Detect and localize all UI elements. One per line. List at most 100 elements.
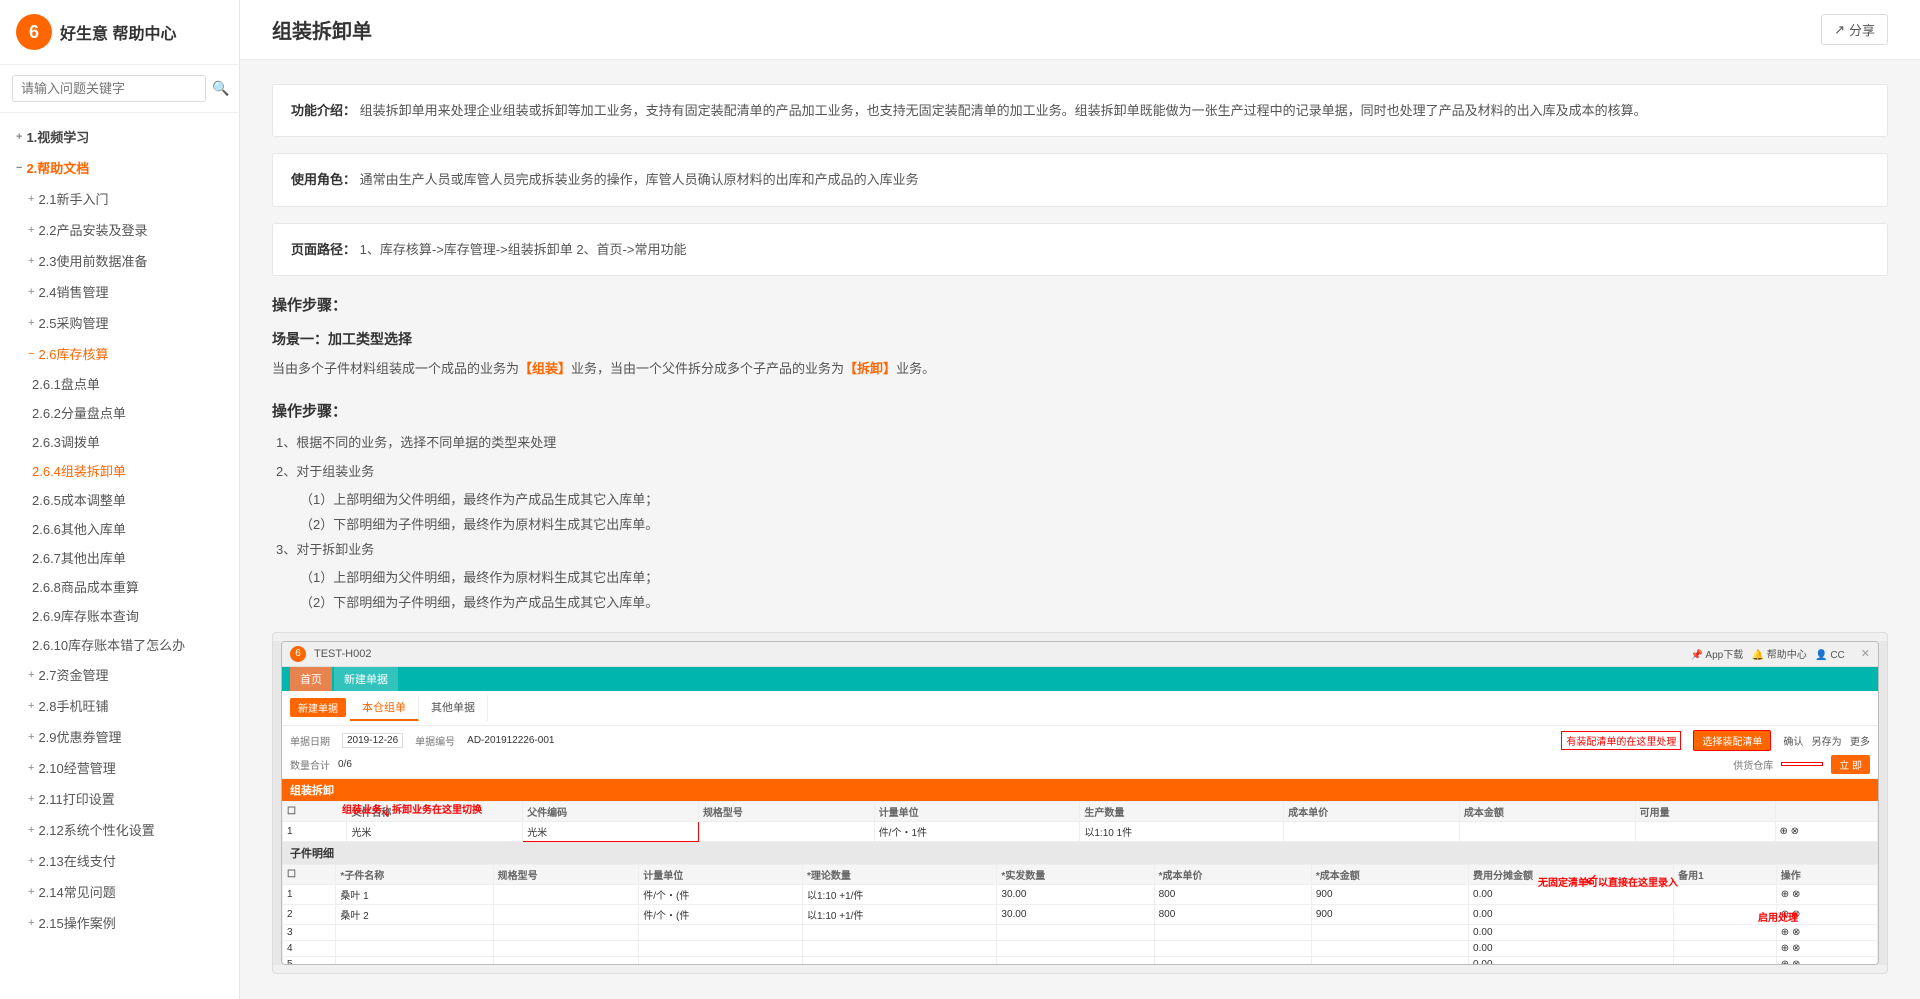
sidebar-item-s213[interactable]: + 2.13在线支付 xyxy=(0,845,239,876)
step3-2: （2）下部明细为子件明细，最终作为产成品生成其它入库单。 xyxy=(272,591,1888,616)
intro-box: 功能介绍： 组装拆卸单用来处理企业组装或拆卸等加工业务，支持有固定装配清单的产品… xyxy=(272,84,1888,137)
sidebar-item-s262[interactable]: 2.6.2分量盘点单 xyxy=(0,398,239,427)
sidebar-item-s261[interactable]: 2.6.1盘点单 xyxy=(0,369,239,398)
sidebar-item-s24[interactable]: + 2.4销售管理 xyxy=(0,276,239,307)
date-value: 2019-12-26 xyxy=(342,733,403,748)
app-title: 好生意 帮助中心 xyxy=(60,20,176,44)
sidebar-item-s214[interactable]: + 2.14常见问题 xyxy=(0,876,239,907)
sidebar-item-s27[interactable]: + 2.7资金管理 xyxy=(0,659,239,690)
col-cost2: 成本金额 xyxy=(1459,801,1635,821)
company-name: TEST-H002 xyxy=(314,648,371,660)
search-bar: 🔍 xyxy=(0,65,239,113)
ops-steps-title: 操作步骤： xyxy=(272,400,1888,421)
share-icon: ↗ xyxy=(1834,22,1845,38)
close-icon[interactable]: ✕ xyxy=(1861,647,1870,660)
screenshot-container: 6 TEST-H002 📌 App下载 🔔 帮助中心 👤 CC ✕ 首页 新建单… xyxy=(272,632,1888,974)
upper-table-area: ☐ 父件名称 父件编码 规格型号 计量单位 生产数量 成本单价 成本金额 可用量 xyxy=(282,801,1878,842)
doc-type-tabs: 本仓组单 其他单据 xyxy=(350,695,488,721)
select-assembly-btn[interactable]: 选择装配清单 xyxy=(1693,730,1771,751)
sidebar-item-s21[interactable]: + 2.1新手入门 xyxy=(0,183,239,214)
screenshot-inner: 6 TEST-H002 📌 App下载 🔔 帮助中心 👤 CC ✕ 首页 新建单… xyxy=(273,641,1887,965)
share-button[interactable]: ↗ 分享 xyxy=(1821,14,1888,45)
form-header: 单据日期 2019-12-26 单据编号 AD-201912226-001 有装… xyxy=(282,726,1878,779)
role-label: 使用角色： xyxy=(291,172,356,187)
date-label: 单据日期 xyxy=(290,733,330,748)
qty-value: 0/6 xyxy=(338,759,352,770)
step2: 2、对于组装业务 xyxy=(272,460,1888,485)
search-icon[interactable]: 🔍 xyxy=(212,80,229,97)
sidebar-item-s2[interactable]: − 2.帮助文档 xyxy=(0,152,239,183)
col-avail: 可用量 xyxy=(1635,801,1775,821)
expand-icon: + xyxy=(16,131,22,143)
sidebar-item-s268[interactable]: 2.6.8商品成本重算 xyxy=(0,572,239,601)
col-qty: 生产数量 xyxy=(1080,801,1284,821)
step2-1: （1）上部明细为父件明细，最终作为产成品生成其它入库单； xyxy=(272,488,1888,513)
col-cost1: 成本单价 xyxy=(1284,801,1460,821)
sidebar-item-s212[interactable]: + 2.12系统个性化设置 xyxy=(0,814,239,845)
collapse-icon: − xyxy=(16,162,22,174)
table-row: 5 0.00 ⊕ ⊗ xyxy=(283,956,1878,964)
sidebar-item-s28[interactable]: + 2.8手机旺铺 xyxy=(0,690,239,721)
ref-value: AD-201912226-001 xyxy=(467,735,554,746)
step3-1: （1）上部明细为父件明细，最终作为原材料生成其它出库单； xyxy=(272,566,1888,591)
assembly-section-label: 组装拆卸 xyxy=(290,782,334,798)
role-text: 通常由生产人员或库管人员完成拆装业务的操作，库管人员确认原材料的出库和产成品的入… xyxy=(360,172,919,187)
sidebar-item-s2610[interactable]: 2.6.10库存账本错了怎么办 xyxy=(0,630,239,659)
child-parts-label: 子件明细 xyxy=(290,848,334,860)
upper-table: ☐ 父件名称 父件编码 规格型号 计量单位 生产数量 成本单价 成本金额 可用量 xyxy=(282,801,1878,842)
path-text: 1、库存核算->库存管理->组装拆卸单 2、首页->常用功能 xyxy=(360,242,687,257)
tab-purchase[interactable]: 新建单据 xyxy=(334,667,398,691)
col-unit: 计量单位 xyxy=(874,801,1080,821)
sidebar-item-s22[interactable]: + 2.2产品安装及登录 xyxy=(0,214,239,245)
tab-this-warehouse[interactable]: 本仓组单 xyxy=(350,695,419,721)
sidebar-item-s210[interactable]: + 2.10经营管理 xyxy=(0,752,239,783)
tab-home[interactable]: 首页 xyxy=(290,667,332,691)
tab-other-docs[interactable]: 其他单据 xyxy=(419,695,488,721)
sidebar-item-s29[interactable]: + 2.9优惠券管理 xyxy=(0,721,239,752)
main-header: 组装拆卸单 ↗ 分享 xyxy=(240,0,1920,60)
search-input[interactable] xyxy=(12,75,206,102)
step2-2: （2）下部明细为子件明细，最终作为原材料生成其它出库单。 xyxy=(272,513,1888,538)
col-action xyxy=(1775,801,1877,821)
qty-label: 数量合计 xyxy=(290,757,330,772)
intro-label: 功能介绍： xyxy=(291,103,356,118)
sidebar-item-s263[interactable]: 2.6.3调拨单 xyxy=(0,427,239,456)
table-row: 2 桑叶 2 件/个・(件 以1:10 +1/件 30.00 800 900 0… xyxy=(283,904,1878,924)
main-content: 组装拆卸单 ↗ 分享 功能介绍： 组装拆卸单用来处理企业组装或拆卸等加工业务，支… xyxy=(240,0,1920,999)
role-box: 使用角色： 通常由生产人员或库管人员完成拆装业务的操作，库管人员确认原材料的出库… xyxy=(272,153,1888,206)
new-doc-btn[interactable]: 新建单据 xyxy=(290,698,346,717)
col-spec: 规格型号 xyxy=(698,801,874,821)
page-title: 组装拆卸单 xyxy=(272,15,372,44)
confirm-btn: 确认 另存为 更多 xyxy=(1783,733,1870,748)
col-parent-code: 父件编码 xyxy=(523,801,699,821)
sidebar-item-s266[interactable]: 2.6.6其他入库单 xyxy=(0,514,239,543)
sidebar-item-s265[interactable]: 2.6.5成本调整单 xyxy=(0,485,239,514)
sidebar-item-s1[interactable]: + 1.视频学习 xyxy=(0,121,239,152)
table-row: 1 光米 光米 件/个・1件 以1:10 1件 ⊕ ⊗ xyxy=(283,821,1878,841)
annotation-switch: 组装业务、拆卸业务在这里切换 xyxy=(342,801,482,816)
app-titlebar: 6 TEST-H002 📌 App下载 🔔 帮助中心 👤 CC ✕ xyxy=(282,642,1878,667)
warehouse-label: 供货仓库 xyxy=(1733,757,1773,772)
sidebar-item-s264[interactable]: 2.6.4组装拆卸单 xyxy=(0,456,239,485)
sidebar-item-s215[interactable]: + 2.15操作案例 xyxy=(0,907,239,938)
sidebar-item-s23[interactable]: + 2.3使用前数据准备 xyxy=(0,245,239,276)
ref-label: 单据编号 xyxy=(415,733,455,748)
sidebar-item-s211[interactable]: + 2.11打印设置 xyxy=(0,783,239,814)
lower-section-header: 子件明细 xyxy=(282,842,1878,864)
nav-tree: + 1.视频学习 − 2.帮助文档 + 2.1新手入门 + 2.2产品安装及登录… xyxy=(0,113,239,999)
parent-code-cell: 光米 xyxy=(523,821,699,841)
sub-toolbar: 新建单据 本仓组单 其他单据 xyxy=(282,691,1878,726)
table-row: 3 0.00 ⊕ ⊗ xyxy=(283,924,1878,940)
annotation-enable: 启用处理 xyxy=(1758,909,1798,924)
topbar-icons: 📌 App下载 🔔 帮助中心 👤 CC xyxy=(1691,646,1845,661)
sidebar-item-s26[interactable]: − 2.6库存核算 xyxy=(0,338,239,369)
ok-btn[interactable]: 立 即 xyxy=(1831,755,1870,774)
scenario1-desc: 当由多个子件材料组装成一个成品的业务为【组装】业务，当由一个父件拆分成多个子产品… xyxy=(272,357,1888,382)
sidebar-item-s267[interactable]: 2.6.7其他出库单 xyxy=(0,543,239,572)
ops-label: 操作步骤： xyxy=(272,294,1888,315)
warehouse-input[interactable] xyxy=(1781,762,1823,766)
sidebar-item-s25[interactable]: + 2.5采购管理 xyxy=(0,307,239,338)
content-area: 功能介绍： 组装拆卸单用来处理企业组装或拆卸等加工业务，支持有固定装配清单的产品… xyxy=(240,60,1920,999)
annotation-no-list: 无固定清单可以直接在这里录入 xyxy=(1538,874,1678,889)
sidebar-item-s269[interactable]: 2.6.9库存账本查询 xyxy=(0,601,239,630)
